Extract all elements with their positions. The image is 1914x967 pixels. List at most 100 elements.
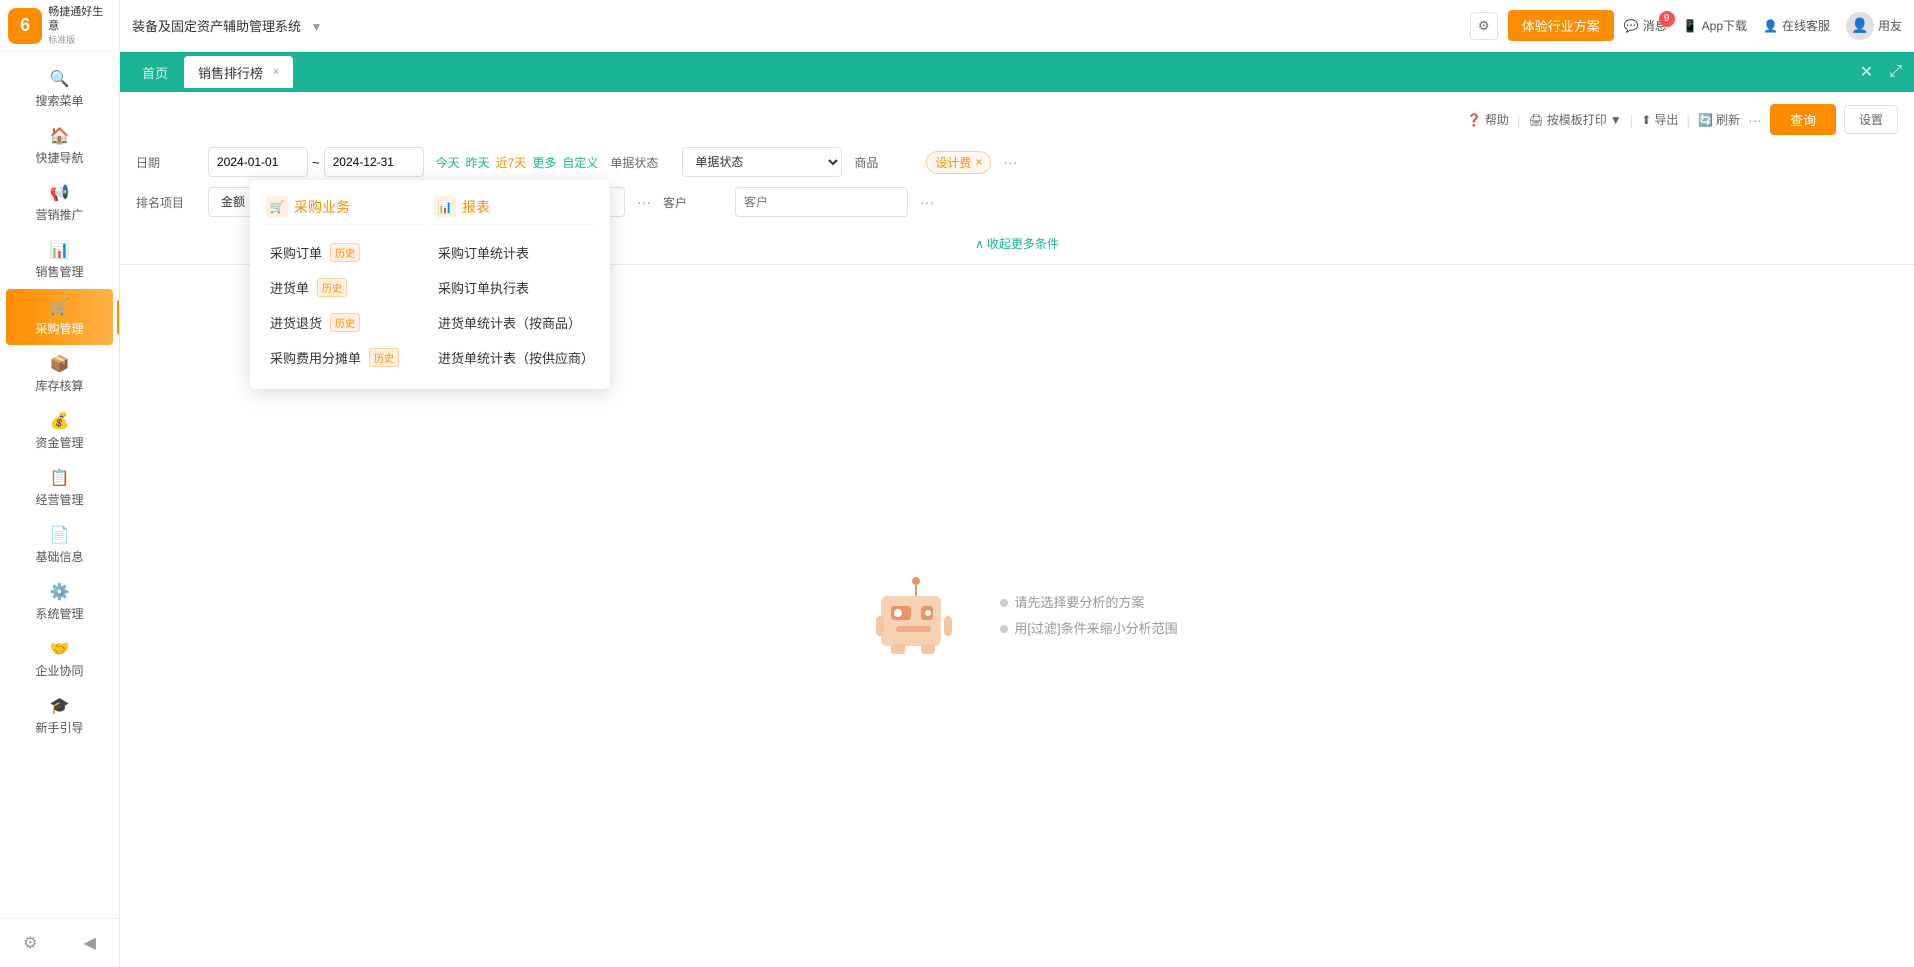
product-tag-close[interactable]: × bbox=[975, 155, 982, 169]
tab-close-all-btn[interactable]: ✕ bbox=[1856, 60, 1877, 84]
tab-home[interactable]: 首页 bbox=[128, 56, 182, 88]
dropdown-item-purchase-order-exec[interactable]: 采购订单执行表 bbox=[434, 272, 594, 303]
quick-date-7days[interactable]: 近7天 bbox=[496, 154, 527, 171]
product-label: 商品 bbox=[854, 154, 914, 171]
inventory-icon: 📦 bbox=[50, 354, 70, 374]
refresh-btn[interactable]: 🔄 刷新 bbox=[1698, 111, 1740, 128]
tab-close-btn[interactable]: × bbox=[273, 66, 279, 78]
customer-input[interactable] bbox=[735, 187, 908, 217]
settings-btn[interactable]: 设置 bbox=[1844, 105, 1898, 134]
sidebar: 6 畅捷通好生意 标准版 🔍 搜索菜单 🏠 快捷导航 📢 营销推广 📊 销售管理… bbox=[0, 0, 120, 967]
topbar-title: 装备及固定资产辅助管理系统 ▼ bbox=[132, 16, 1460, 35]
service-icon: 👤 bbox=[1763, 19, 1778, 33]
empty-illustration bbox=[856, 566, 976, 666]
product-more-btn[interactable]: ··· bbox=[1003, 154, 1017, 170]
topbar-dropdown-icon[interactable]: ▼ bbox=[311, 20, 323, 34]
dropdown-item-purchase-expense[interactable]: 采购费用分摊单 历史 bbox=[266, 342, 426, 373]
sidebar-item-search[interactable]: 🔍 搜索菜单 bbox=[6, 61, 113, 117]
sidebar-item-marketing[interactable]: 📢 营销推广 bbox=[6, 175, 113, 231]
purchase-section-icon: 🛒 bbox=[266, 196, 288, 218]
logo-text: 畅捷通好生意 标准版 bbox=[48, 5, 111, 47]
guide-icon: 🎓 bbox=[50, 696, 70, 716]
industry-solution-btn[interactable]: 体验行业方案 bbox=[1508, 10, 1614, 41]
sidebar-item-system[interactable]: ⚙️ 系统管理 bbox=[6, 574, 113, 630]
sidebar-collapse-btn[interactable]: ◀ bbox=[76, 929, 104, 957]
finance-icon: 💰 bbox=[50, 411, 70, 431]
app-download-btn[interactable]: 📱 App下载 bbox=[1683, 17, 1747, 34]
refresh-icon: 🔄 bbox=[1698, 113, 1713, 127]
tab-sales-rank[interactable]: 销售排行榜 × bbox=[184, 56, 293, 88]
filter-row-1: 日期 ~ 今天 昨天 近7天 更多 自定义 单据状态 单据状态 bbox=[136, 147, 1898, 177]
system-icon: ⚙️ bbox=[50, 582, 70, 602]
notification-btn[interactable]: 💬 消息 9 bbox=[1624, 17, 1667, 34]
sidebar-menu: 🔍 搜索菜单 🏠 快捷导航 📢 营销推广 📊 销售管理 🛒 采购管理 📦 库存核… bbox=[0, 52, 119, 918]
date-end-input[interactable] bbox=[324, 147, 424, 177]
print-btn[interactable]: 🖨 按模板打印 ▼ bbox=[1529, 111, 1622, 128]
dropdown-item-purchase-order[interactable]: 采购订单 历史 bbox=[266, 237, 426, 268]
user-profile-btn[interactable]: 👤 用友 bbox=[1846, 12, 1902, 40]
home-icon: 🏠 bbox=[50, 126, 70, 146]
sidebar-item-operation[interactable]: 📋 经营管理 bbox=[6, 460, 113, 516]
dropdown-reports-section: 📊 报表 采购订单统计表 采购订单执行表 进货单统计表（按商品） 进货单统计表（… bbox=[434, 196, 594, 373]
customer-label: 客户 bbox=[663, 194, 723, 211]
topbar-settings-btn[interactable]: ⚙ bbox=[1470, 12, 1498, 40]
quick-date-custom[interactable]: 自定义 bbox=[562, 154, 598, 171]
quick-date-today[interactable]: 今天 bbox=[436, 154, 460, 171]
sidebar-item-inventory[interactable]: 📦 库存核算 bbox=[6, 346, 113, 402]
product-tag: 设计费 × bbox=[926, 151, 991, 174]
query-btn[interactable]: 查询 bbox=[1770, 104, 1836, 135]
quick-date-yesterday[interactable]: 昨天 bbox=[466, 154, 490, 171]
sidebar-item-purchase[interactable]: 🛒 采购管理 bbox=[6, 289, 113, 345]
filter-toolbar: ❓ 帮助 | 🖨 按模板打印 ▼ | ⬆ 导出 | bbox=[136, 104, 1898, 135]
sidebar-item-guide[interactable]: 🎓 新手引导 bbox=[6, 688, 113, 744]
dropdown-item-inbound[interactable]: 进货单 历史 bbox=[266, 272, 426, 303]
purchase-icon: 🛒 bbox=[50, 297, 70, 317]
help-btn[interactable]: ❓ 帮助 bbox=[1467, 111, 1509, 128]
notification-badge: 9 bbox=[1659, 11, 1675, 27]
sidebar-item-basic[interactable]: 📄 基础信息 bbox=[6, 517, 113, 573]
sidebar-settings-btn[interactable]: ⚙ bbox=[15, 929, 45, 957]
logo-icon: 6 bbox=[8, 8, 42, 44]
tab-expand-btn[interactable]: ⤢ bbox=[1885, 61, 1906, 83]
empty-text: 请先选择要分析的方案 用[过滤]条件来缩小分析范围 bbox=[1000, 590, 1177, 642]
help-icon: ❓ bbox=[1467, 113, 1482, 127]
reports-section-icon: 📊 bbox=[434, 196, 456, 218]
sidebar-item-enterprise[interactable]: 🤝 企业协同 bbox=[6, 631, 113, 687]
more-options-btn[interactable]: ··· bbox=[1748, 112, 1762, 128]
topbar-right: 💬 消息 9 📱 App下载 👤 在线客服 👤 用友 bbox=[1624, 12, 1902, 40]
customer-more-btn[interactable]: ··· bbox=[920, 194, 934, 210]
dropdown-item-inbound-stat-supplier[interactable]: 进货单统计表（按供应商） bbox=[434, 342, 594, 373]
tabbar-actions: ✕ ⤢ bbox=[1856, 60, 1906, 84]
dropdown-purchase-title: 🛒 采购业务 bbox=[266, 196, 426, 225]
doc-status-select[interactable]: 单据状态 bbox=[682, 147, 842, 177]
basic-icon: 📄 bbox=[50, 525, 70, 545]
sidebar-bottom: ⚙ ◀ bbox=[0, 918, 119, 967]
sidebar-item-sales[interactable]: 📊 销售管理 bbox=[6, 232, 113, 288]
date-filter-label: 日期 bbox=[136, 154, 196, 171]
main-area: 装备及固定资产辅助管理系统 ▼ ⚙ 体验行业方案 💬 消息 9 📱 App下载 … bbox=[120, 0, 1914, 967]
print-icon: 🖨 bbox=[1529, 113, 1544, 127]
sidebar-item-finance[interactable]: 💰 资金管理 bbox=[6, 403, 113, 459]
sidebar-item-quicknav[interactable]: 🏠 快捷导航 bbox=[6, 118, 113, 174]
export-icon: ⬆ bbox=[1641, 113, 1651, 127]
collapse-icon: ∧ bbox=[975, 237, 984, 251]
sidebar-logo: 6 畅捷通好生意 标准版 bbox=[0, 0, 119, 52]
tabbar: 首页 销售排行榜 × ✕ ⤢ bbox=[120, 52, 1914, 92]
print-dropdown-icon: ▼ bbox=[1610, 113, 1622, 127]
export-btn[interactable]: ⬆ 导出 bbox=[1641, 111, 1678, 128]
dropdown-item-inbound-return[interactable]: 进货退货 历史 bbox=[266, 307, 426, 338]
app-icon: 📱 bbox=[1683, 19, 1698, 33]
date-range: ~ bbox=[208, 147, 424, 177]
online-service-btn[interactable]: 👤 在线客服 bbox=[1763, 17, 1830, 34]
avatar: 👤 bbox=[1846, 12, 1874, 40]
collapse-btn[interactable]: ∧ 收起更多条件 bbox=[975, 235, 1059, 252]
salesman-more-btn[interactable]: ··· bbox=[637, 194, 651, 210]
dropdown-item-inbound-stat-product[interactable]: 进货单统计表（按商品） bbox=[434, 307, 594, 338]
quick-date-more[interactable]: 更多 bbox=[532, 154, 556, 171]
dropdown-purchase-section: 🛒 采购业务 采购订单 历史 进货单 历史 进货退货 历史 采购费用分摊单 bbox=[266, 196, 426, 373]
doc-status-label: 单据状态 bbox=[610, 154, 670, 171]
dropdown-item-purchase-order-stat[interactable]: 采购订单统计表 bbox=[434, 237, 594, 268]
message-icon: 💬 bbox=[1624, 19, 1639, 33]
quick-dates: 今天 昨天 近7天 更多 自定义 bbox=[436, 154, 599, 171]
date-start-input[interactable] bbox=[208, 147, 308, 177]
